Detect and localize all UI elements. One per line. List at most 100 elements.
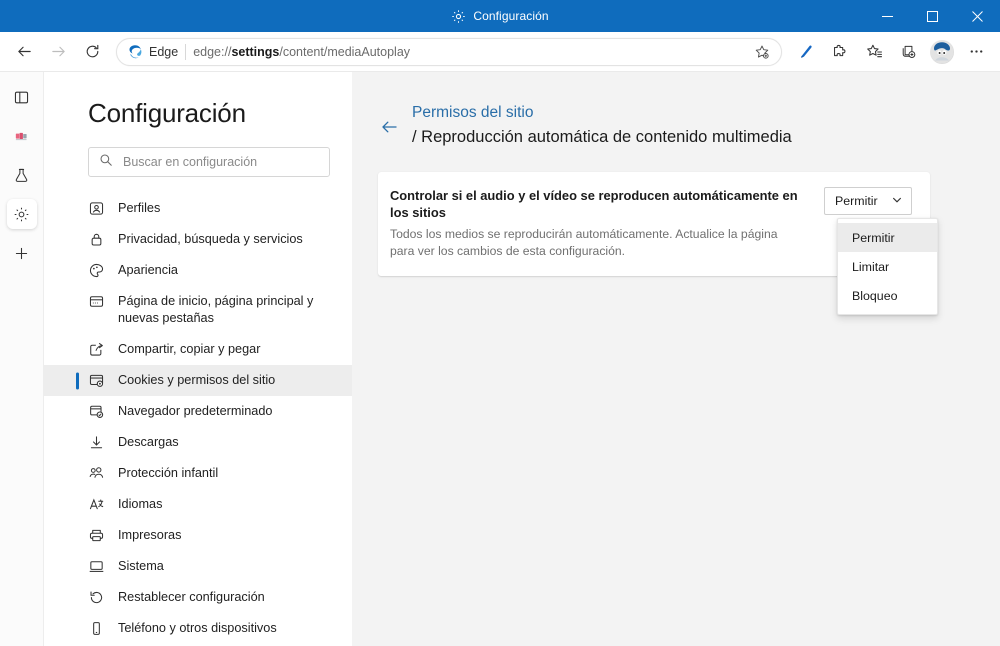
sidebar-item-label: Restablecer configuración [118,590,265,604]
search-input[interactable] [123,155,319,169]
sidebar-item-label: Descargas [118,435,179,449]
gear-icon[interactable] [6,199,37,229]
sidebar-item-label: Teléfono y otros dispositivos [118,621,277,635]
avatar [930,39,954,64]
breadcrumb-text: Permisos del sitio / Reproducción automá… [412,102,792,150]
address-bar[interactable]: Edge edge://settings/content/mediaAutopl… [116,37,782,66]
edge-brand: Edge [127,44,178,60]
autoplay-dropdown-menu: Permitir Limitar Bloqueo [837,218,938,315]
sidebar-item-pagina-inicio[interactable]: Página de inicio, página principal y nue… [44,286,352,334]
window-controls [865,0,1000,32]
sidebar-item-label: Apariencia [118,263,178,277]
sidebar-item-label: Impresoras [118,528,182,542]
maximize-button[interactable] [910,0,955,32]
back-arrow-icon[interactable] [378,116,400,138]
sidebar-item-label: Página de inicio, página principal y nue… [118,294,314,325]
sidebar-item-label: Navegador predeterminado [118,404,273,418]
sidebar-item-label: Privacidad, búsqueda y servicios [118,232,303,246]
cookies-icon [88,372,105,389]
chevron-down-icon [891,194,903,209]
autoplay-dropdown-value: Permitir [835,194,878,208]
system-icon [88,558,105,575]
forward-button[interactable] [42,36,74,68]
sidebar-item-perfiles[interactable]: Perfiles [44,193,352,224]
settings-nav-list: Perfiles Privacidad, búsqueda y servicio… [44,193,352,646]
window-title-bar: Configuración [0,0,1000,32]
collections-icon[interactable] [892,36,924,68]
immersive-reader-icon[interactable] [790,36,822,68]
browser-content: Configuración Buscar en configuración Pe… [0,72,1000,646]
breadcrumb-parent-link[interactable]: Permisos del sitio [412,102,792,124]
sidebar-item-compartir[interactable]: Compartir, copiar y pegar [44,334,352,365]
close-button[interactable] [955,0,1000,32]
url-bold-segment: settings [231,44,280,59]
sidebar-item-descargas[interactable]: Descargas [44,427,352,458]
profile-avatar[interactable] [926,36,958,68]
activity-rail [0,72,44,646]
sidebar-item-telefono[interactable]: Teléfono y otros dispositivos [44,613,352,644]
sidebar-item-impresoras[interactable]: Impresoras [44,520,352,551]
edge-brand-label: Edge [149,44,179,59]
profile-icon [88,200,105,217]
sidebar-item-sistema[interactable]: Sistema [44,551,352,582]
languages-icon [88,496,105,513]
share-icon [88,341,105,358]
sidebar-item-label: Compartir, copiar y pegar [118,342,261,356]
url-suffix: /content/mediaAutoplay [279,44,411,59]
refresh-button[interactable] [76,36,108,68]
autoplay-setting-description: Todos los medios se reproducirán automát… [390,227,778,258]
vertical-tabs-icon[interactable] [7,82,37,112]
add-favorite-icon[interactable] [749,39,775,65]
dropdown-option-permitir[interactable]: Permitir [838,223,937,252]
back-button[interactable] [8,36,40,68]
autoplay-setting-text: Controlar si el audio y el vídeo se repr… [390,187,814,260]
sidebar-item-restablecer[interactable]: Restablecer configuración [44,582,352,613]
flask-icon[interactable] [7,160,37,190]
autoplay-setting-card: Controlar si el audio y el vídeo se repr… [378,172,938,315]
minimize-button[interactable] [865,0,910,32]
drop-icon[interactable] [7,121,37,151]
window-title-group: Configuración [0,9,1000,24]
autoplay-dropdown-button[interactable]: Permitir [824,187,912,215]
search-icon [99,153,113,172]
sidebar-item-proteccion-infantil[interactable]: Protección infantil [44,458,352,489]
sidebar-item-label: Perfiles [118,201,161,215]
settings-main-panel: Permisos del sitio / Reproducción automá… [352,72,1000,646]
omnibox-divider [185,43,187,60]
settings-sidebar: Configuración Buscar en configuración Pe… [44,72,352,646]
url-prefix: edge:// [193,44,232,59]
lock-icon [88,231,105,248]
palette-icon [88,262,105,279]
settings-and-more-icon[interactable] [960,36,992,68]
dropdown-option-bloqueo[interactable]: Bloqueo [838,281,937,310]
download-icon [88,434,105,451]
sidebar-item-navegador-predeterminado[interactable]: Navegador predeterminado [44,396,352,427]
favorites-icon[interactable] [858,36,890,68]
page-title: Configuración [88,98,246,128]
default-browser-icon [88,403,105,420]
sidebar-item-privacidad[interactable]: Privacidad, búsqueda y servicios [44,224,352,255]
dropdown-option-label: Bloqueo [852,288,898,303]
search-box[interactable] [88,147,330,177]
edge-logo-icon [129,44,142,58]
dropdown-option-label: Permitir [852,230,895,245]
plus-icon[interactable] [7,238,37,268]
sidebar-item-label: Cookies y permisos del sitio [118,373,276,387]
printer-icon [88,527,105,544]
extensions-icon[interactable] [824,36,856,68]
sidebar-item-label: Sistema [118,559,164,573]
sidebar-item-label: Protección infantil [118,466,219,480]
sidebar-item-cookies[interactable]: Cookies y permisos del sitio [44,365,352,396]
breadcrumb: Permisos del sitio / Reproducción automá… [378,102,970,150]
dropdown-option-limitar[interactable]: Limitar [838,252,937,281]
sidebar-item-label: Idiomas [118,497,163,511]
family-icon [88,465,105,482]
window-title: Configuración [473,9,549,23]
breadcrumb-current: / Reproducción automática de contenido m… [412,128,792,146]
autoplay-dropdown-anchor: Permitir Permitir Limitar Bloqueo [824,187,938,315]
reset-icon [88,589,105,606]
sidebar-item-idiomas[interactable]: Idiomas [44,489,352,520]
sidebar-item-apariencia[interactable]: Apariencia [44,255,352,286]
newtab-icon [88,293,105,310]
url-text: edge://settings/content/mediaAutoplay [193,45,742,59]
